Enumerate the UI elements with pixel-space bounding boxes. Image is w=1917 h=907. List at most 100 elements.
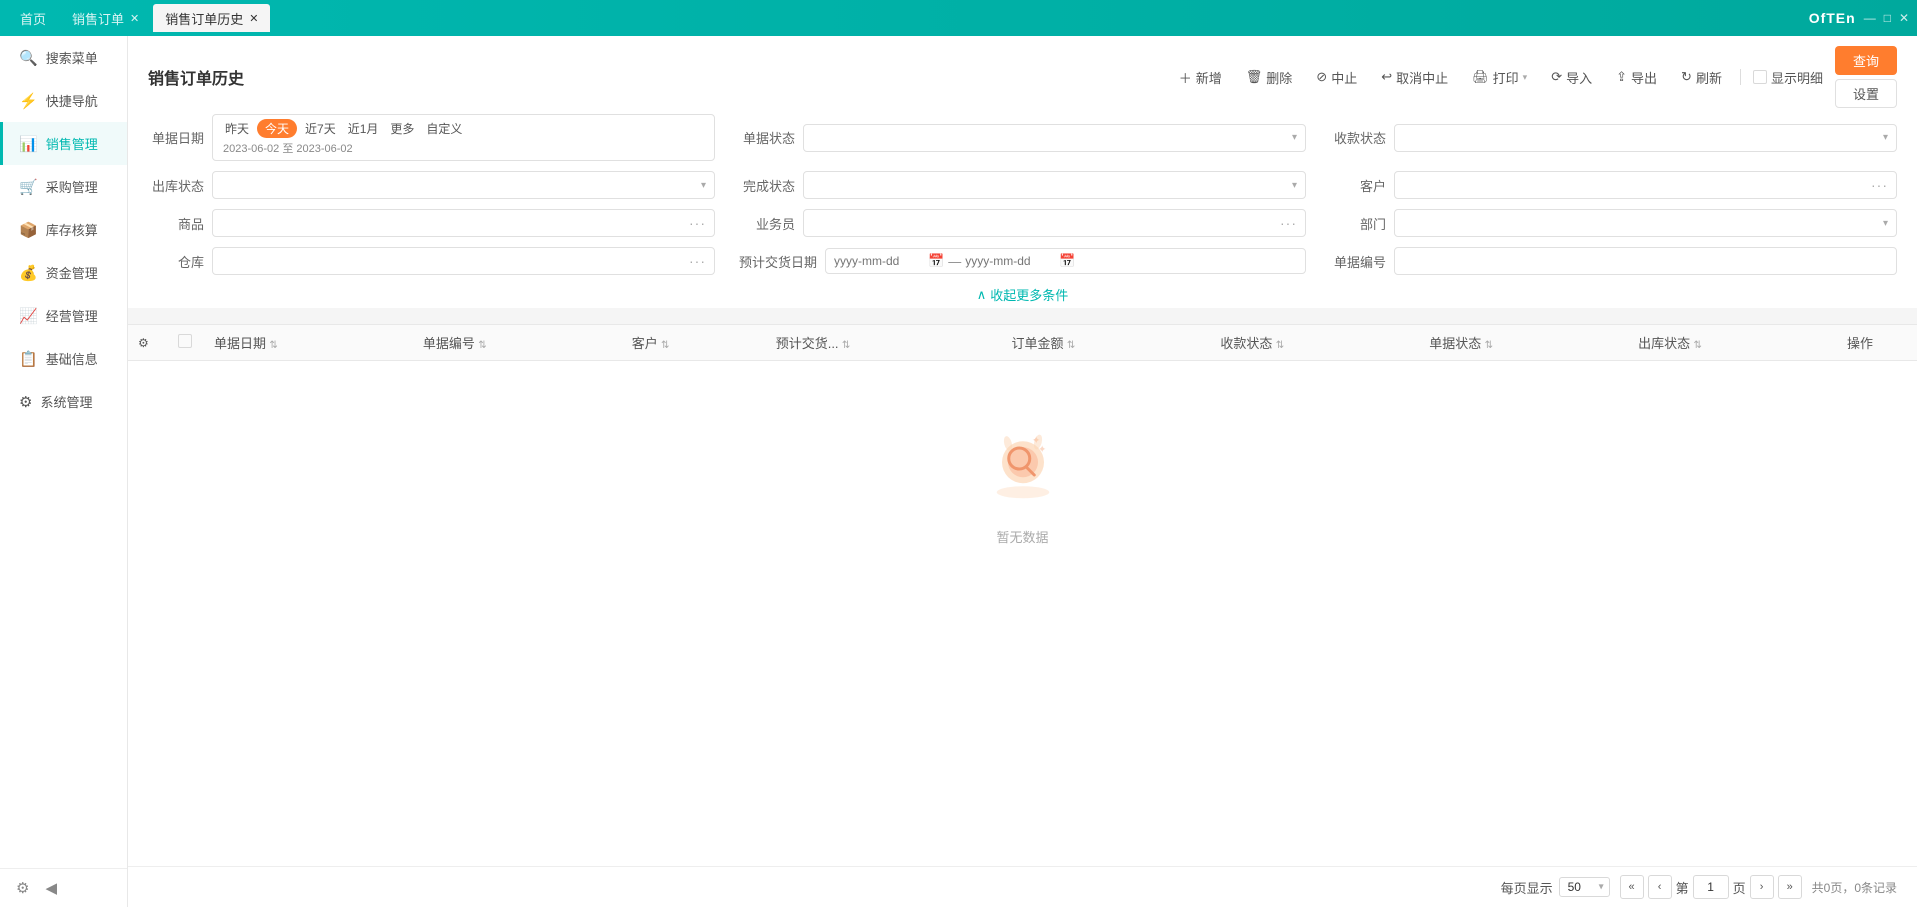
suspend-button[interactable]: ⊘ 中止 — [1310, 64, 1363, 91]
prev-page-button[interactable]: ‹ — [1648, 875, 1672, 899]
payment-status-control[interactable]: ▾ — [1394, 124, 1897, 152]
delivery-date-start[interactable] — [834, 254, 924, 268]
maximize-btn[interactable]: □ — [1884, 11, 1891, 25]
date-tab-yesterday[interactable]: 昨天 — [221, 119, 253, 138]
salesperson-control[interactable]: ··· — [803, 209, 1306, 237]
page-size-label: 每页显示 — [1501, 878, 1553, 897]
tab-sales-order-history[interactable]: 销售订单历史 ✕ — [153, 4, 270, 32]
sidebar-item-inventory[interactable]: 📦 库存核算 — [0, 208, 127, 251]
new-label: 新增 — [1196, 68, 1222, 87]
th-warehouse-status-sort-icon[interactable]: ⇅ — [1693, 340, 1701, 351]
sidebar-item-search-menu[interactable]: 🔍 搜索菜单 — [0, 36, 127, 79]
product-control[interactable]: ··· — [212, 209, 715, 237]
filter-complete-status: 完成状态 ▾ — [739, 171, 1306, 199]
date-tab-last1m[interactable]: 近1月 — [344, 119, 383, 138]
minimize-btn[interactable]: — — [1864, 11, 1876, 25]
filter-order-no: 单据编号 — [1330, 247, 1897, 275]
refresh-icon: ↻ — [1681, 69, 1692, 85]
th-order-status: 单据状态 ⇅ — [1419, 325, 1628, 361]
print-button[interactable]: 🖨 打印 ▾ — [1466, 64, 1533, 91]
order-no-control[interactable] — [1394, 247, 1897, 275]
filter-warehouse: 仓库 ··· — [148, 247, 715, 275]
th-date-sort-icon[interactable]: ⇅ — [269, 340, 277, 351]
th-delivery-sort-icon[interactable]: ⇅ — [842, 340, 850, 351]
page-label: 第 — [1676, 878, 1689, 897]
sidebar-item-quick-nav[interactable]: ⚡ 快捷导航 — [0, 79, 127, 122]
sales-mgmt-icon: 📊 — [19, 135, 38, 153]
th-payment-status-sort-icon[interactable]: ⇅ — [1276, 340, 1284, 351]
tab-sales-order[interactable]: 销售订单 ✕ — [60, 4, 151, 32]
delivery-date-end[interactable] — [965, 254, 1055, 268]
delivery-date-end-calendar-icon[interactable]: 📅 — [1059, 253, 1075, 269]
refresh-button[interactable]: ↻ 刷新 — [1675, 64, 1728, 91]
complete-status-control[interactable]: ▾ — [803, 171, 1306, 199]
close-btn[interactable]: ✕ — [1899, 11, 1909, 25]
page-input[interactable] — [1693, 875, 1729, 899]
setting-button[interactable]: 设置 — [1835, 79, 1897, 108]
filter-customer: 客户 ··· — [1330, 171, 1897, 199]
customer-dots-icon: ··· — [1871, 177, 1888, 193]
cancel-suspend-button[interactable]: ↩ 取消中止 — [1375, 64, 1454, 91]
th-date: 单据日期 ⇅ — [204, 325, 413, 361]
tab-home[interactable]: 首页 — [8, 4, 58, 32]
sidebar-item-base-info[interactable]: 📋 基础信息 — [0, 337, 127, 380]
toolbar: ＋ 新增 🗑 删除 ⊘ 中止 ↩ 取消中止 — [1173, 46, 1897, 108]
th-customer-sort-icon[interactable]: ⇅ — [661, 340, 669, 351]
warehouse-label: 仓库 — [148, 252, 204, 271]
date-tab-more[interactable]: 更多 — [386, 119, 418, 138]
th-check[interactable] — [168, 325, 204, 361]
header-checkbox[interactable] — [178, 334, 192, 348]
brand-label: OfTEn — [1809, 10, 1856, 26]
display-dense-checkbox[interactable] — [1753, 70, 1767, 84]
sidebar-item-sales-mgmt[interactable]: 📊 销售管理 — [0, 122, 127, 165]
th-amount: 订单金额 ⇅ — [1002, 325, 1211, 361]
new-button[interactable]: ＋ 新增 — [1173, 64, 1228, 91]
display-dense-toggle[interactable]: 显示明细 — [1753, 68, 1823, 87]
filter-delivery-date: 预计交货日期 📅 — 📅 — [739, 248, 1306, 274]
warehouse-status-control[interactable]: ▾ — [212, 171, 715, 199]
suspend-label: 中止 — [1331, 68, 1357, 87]
date-tab-last7[interactable]: 近7天 — [301, 119, 340, 138]
customer-control[interactable]: ··· — [1394, 171, 1897, 199]
last-page-button[interactable]: » — [1778, 875, 1802, 899]
search-button[interactable]: 查询 — [1835, 46, 1897, 75]
filter-payment-status: 收款状态 ▾ — [1330, 124, 1897, 152]
filter-date: 单据日期 昨天 今天 近7天 近1月 更多 自定义 2023-06-02 至 2… — [148, 114, 715, 161]
th-amount-sort-icon[interactable]: ⇅ — [1067, 340, 1075, 351]
th-gear[interactable]: ⚙ — [128, 325, 168, 361]
toolbar-divider — [1740, 69, 1741, 85]
tab-sales-order-history-close[interactable]: ✕ — [249, 12, 258, 25]
sidebar-collapse-icon[interactable]: ◀ — [45, 879, 57, 897]
import-button[interactable]: ⟳ 导入 — [1545, 64, 1598, 91]
next-page-button[interactable]: › — [1750, 875, 1774, 899]
th-no-sort-icon[interactable]: ⇅ — [478, 340, 486, 351]
tab-home-label: 首页 — [20, 9, 46, 28]
collapse-row[interactable]: ∧ 收起更多条件 — [148, 281, 1897, 308]
payment-status-arrow-icon: ▾ — [1883, 132, 1888, 143]
first-page-button[interactable]: « — [1620, 875, 1644, 899]
sidebar-item-finance-label: 资金管理 — [46, 263, 98, 282]
top-bar: 首页 销售订单 ✕ 销售订单历史 ✕ OfTEn — □ ✕ — [0, 0, 1917, 36]
base-info-icon: 📋 — [19, 350, 38, 368]
delete-button[interactable]: 🗑 删除 — [1240, 64, 1299, 91]
sidebar-item-finance[interactable]: 💰 资金管理 — [0, 251, 127, 294]
date-control[interactable]: 昨天 今天 近7天 近1月 更多 自定义 2023-06-02 至 2023-0… — [212, 114, 715, 161]
warehouse-control[interactable]: ··· — [212, 247, 715, 275]
sidebar-item-operations[interactable]: 📈 经营管理 — [0, 294, 127, 337]
department-control[interactable]: ▾ — [1394, 209, 1897, 237]
date-tab-custom[interactable]: 自定义 — [422, 119, 466, 138]
export-button[interactable]: ⇪ 导出 — [1610, 64, 1663, 91]
date-tab-today[interactable]: 今天 — [257, 119, 297, 138]
page-size-wrapper[interactable]: 50 20 100 — [1559, 877, 1610, 897]
order-status-control[interactable]: ▾ — [803, 124, 1306, 152]
delivery-date-start-calendar-icon[interactable]: 📅 — [928, 253, 944, 269]
page-size-dropdown[interactable]: 50 20 100 — [1559, 877, 1610, 897]
sidebar-item-purchase-mgmt[interactable]: 🛒 采购管理 — [0, 165, 127, 208]
sidebar-item-sys-mgmt[interactable]: ⚙ 系统管理 — [0, 380, 127, 423]
display-dense-label-text: 显示明细 — [1771, 68, 1823, 87]
warehouse-status-label: 出库状态 — [148, 176, 204, 195]
sidebar-settings-icon[interactable]: ⚙ — [16, 879, 29, 897]
th-order-status-sort-icon[interactable]: ⇅ — [1485, 340, 1493, 351]
filter-row-3: 商品 ··· 业务员 ··· 部门 — [148, 209, 1897, 237]
tab-sales-order-close[interactable]: ✕ — [130, 12, 139, 25]
